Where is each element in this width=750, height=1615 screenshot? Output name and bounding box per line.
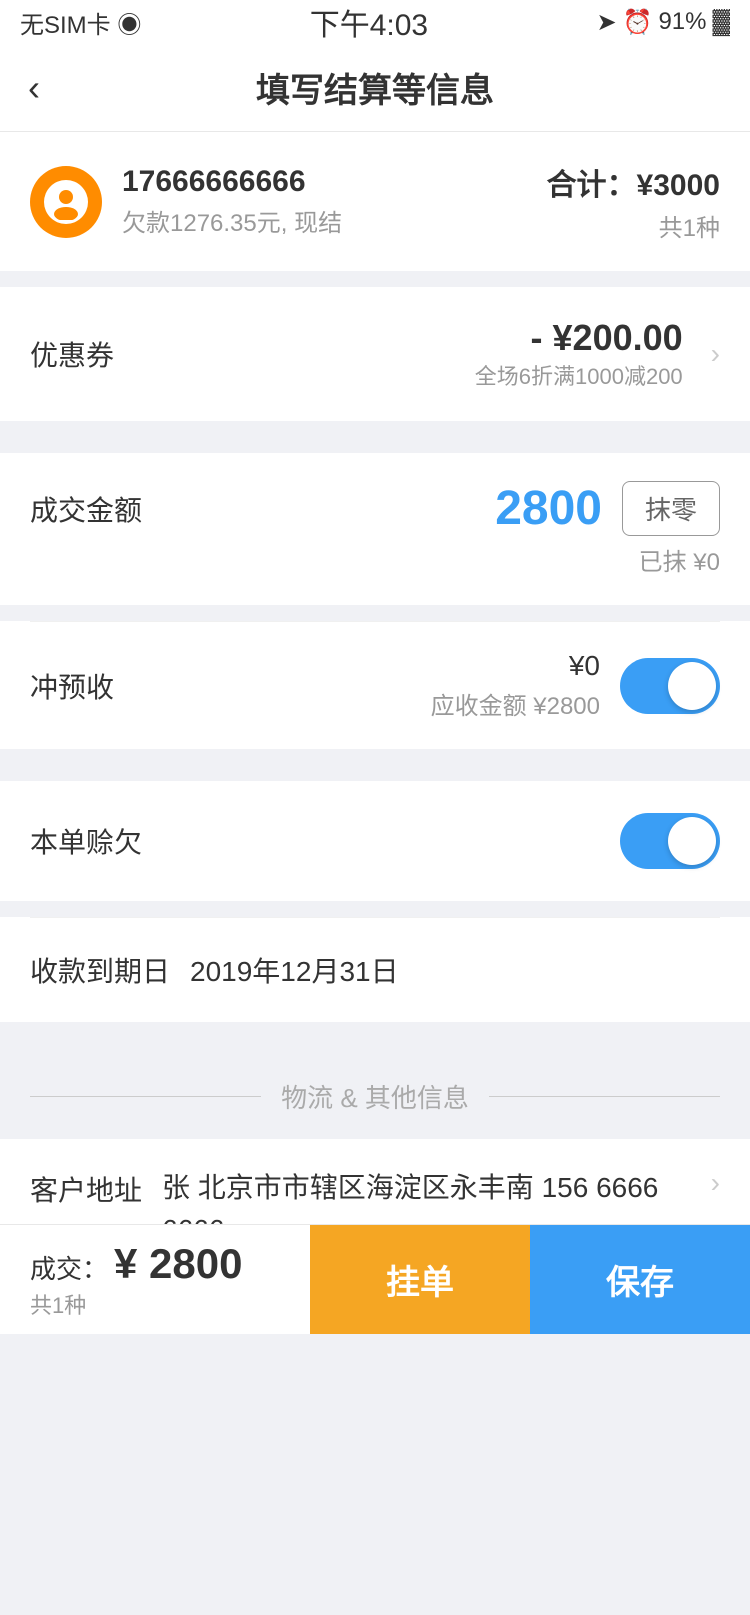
- divider-line-left: [30, 1096, 261, 1097]
- coupon-label: 优惠券: [30, 334, 150, 374]
- divider-line-right: [489, 1096, 720, 1097]
- chong-sub: 应收金额 ¥2800: [431, 686, 600, 721]
- beidan-row: 本单赊欠: [0, 781, 750, 901]
- user-info: 17666666666 欠款1276.35元, 现结: [122, 165, 547, 238]
- page-title: 填写结算等信息: [256, 63, 494, 112]
- coupon-row[interactable]: 优惠券 - ¥200.00 全场6折满1000减200 ›: [0, 287, 750, 421]
- chong-yushou-label: 冲预收: [30, 666, 315, 706]
- beidan-section: 本单赊欠: [0, 781, 750, 901]
- status-left: 无SIM卡 ◉: [20, 5, 141, 40]
- battery-icon: ▓: [713, 8, 731, 36]
- toggle-knob: [668, 662, 716, 710]
- content: 17666666666 欠款1276.35元, 现结 合计：¥3000 共1种 …: [0, 132, 750, 1615]
- total-sub: 共1种: [547, 208, 720, 243]
- coupon-amount: - ¥200.00: [475, 317, 683, 359]
- chong-yushou-section: 冲预收 ¥0 应收金额 ¥2800: [0, 621, 750, 749]
- user-total: 合计：¥3000 共1种: [547, 160, 720, 243]
- bottom-amount: ¥ 2800: [114, 1240, 242, 1288]
- chong-amount: ¥0: [569, 650, 600, 682]
- chevron-right-icon: ›: [711, 338, 720, 370]
- chong-yushou-toggle[interactable]: [620, 658, 720, 714]
- save-button[interactable]: 保存: [530, 1225, 750, 1334]
- deal-amount-value: 2800: [495, 481, 602, 536]
- gray-separator-3: [0, 1038, 750, 1054]
- clock-icon: ⏰: [623, 8, 653, 37]
- status-time: 下午4:03: [310, 0, 428, 44]
- total-amount: 合计：¥3000: [547, 160, 720, 204]
- back-button[interactable]: ‹: [28, 67, 40, 109]
- coupon-sub: 全场6折满1000减200: [475, 359, 683, 391]
- beidan-toggle[interactable]: [620, 813, 720, 869]
- section-divider-text: 物流 & 其他信息: [281, 1078, 469, 1115]
- amount-row: 成交金额 2800 抹零: [30, 481, 720, 536]
- bottom-sub: 共1种: [30, 1288, 280, 1320]
- address-label: 客户地址: [30, 1167, 142, 1209]
- section-divider: 物流 & 其他信息: [0, 1054, 750, 1139]
- chong-yushou-right: ¥0 应收金额 ¥2800: [315, 650, 600, 721]
- battery-label: 91%: [658, 8, 706, 36]
- gray-separator-1: [0, 437, 750, 453]
- user-row: 17666666666 欠款1276.35元, 现结 合计：¥3000 共1种: [0, 132, 750, 271]
- status-bar: 无SIM卡 ◉ 下午4:03 ➤ ⏰ 91% ▓: [0, 0, 750, 44]
- address-chevron-icon: ›: [711, 1167, 720, 1199]
- duedate-value: 2019年12月31日: [190, 950, 399, 990]
- avatar-icon: [44, 180, 88, 224]
- beidan-label: 本单赊欠: [30, 821, 620, 861]
- duedate-section: 收款到期日 2019年12月31日: [0, 917, 750, 1022]
- nav-icon: ➤: [596, 8, 616, 37]
- duedate-label: 收款到期日: [30, 950, 170, 990]
- bottom-deal-label: 成交：: [30, 1249, 108, 1286]
- deal-amount-section: 成交金额 2800 抹零 已抹 ¥0: [0, 453, 750, 605]
- user-phone: 17666666666: [122, 165, 547, 199]
- no-sim-label: 无SIM卡 ◉: [20, 5, 141, 40]
- round-button[interactable]: 抹零: [622, 481, 720, 536]
- hang-button[interactable]: 挂单: [310, 1225, 530, 1334]
- nav-bar: ‹ 填写结算等信息: [0, 44, 750, 132]
- coupon-right: - ¥200.00 全场6折满1000减200 ›: [150, 317, 720, 391]
- coupon-section: 优惠券 - ¥200.00 全场6折满1000减200 ›: [0, 287, 750, 421]
- beidan-toggle-knob: [668, 817, 716, 865]
- user-sub: 欠款1276.35元, 现结: [122, 203, 547, 238]
- user-info-section: 17666666666 欠款1276.35元, 现结 合计：¥3000 共1种: [0, 132, 750, 271]
- status-right: ➤ ⏰ 91% ▓: [596, 8, 730, 37]
- chong-yushou-row: 冲预收 ¥0 应收金额 ¥2800: [0, 622, 750, 749]
- deal-amount-label: 成交金额: [30, 489, 495, 529]
- deal-amount-sub: 已抹 ¥0: [30, 542, 720, 577]
- bottom-bar: 成交： ¥ 2800 共1种 挂单 保存: [0, 1224, 750, 1334]
- bottom-summary: 成交： ¥ 2800 共1种: [0, 1225, 310, 1334]
- avatar: [30, 166, 102, 238]
- gray-separator-2: [0, 765, 750, 781]
- duedate-row: 收款到期日 2019年12月31日: [0, 918, 750, 1022]
